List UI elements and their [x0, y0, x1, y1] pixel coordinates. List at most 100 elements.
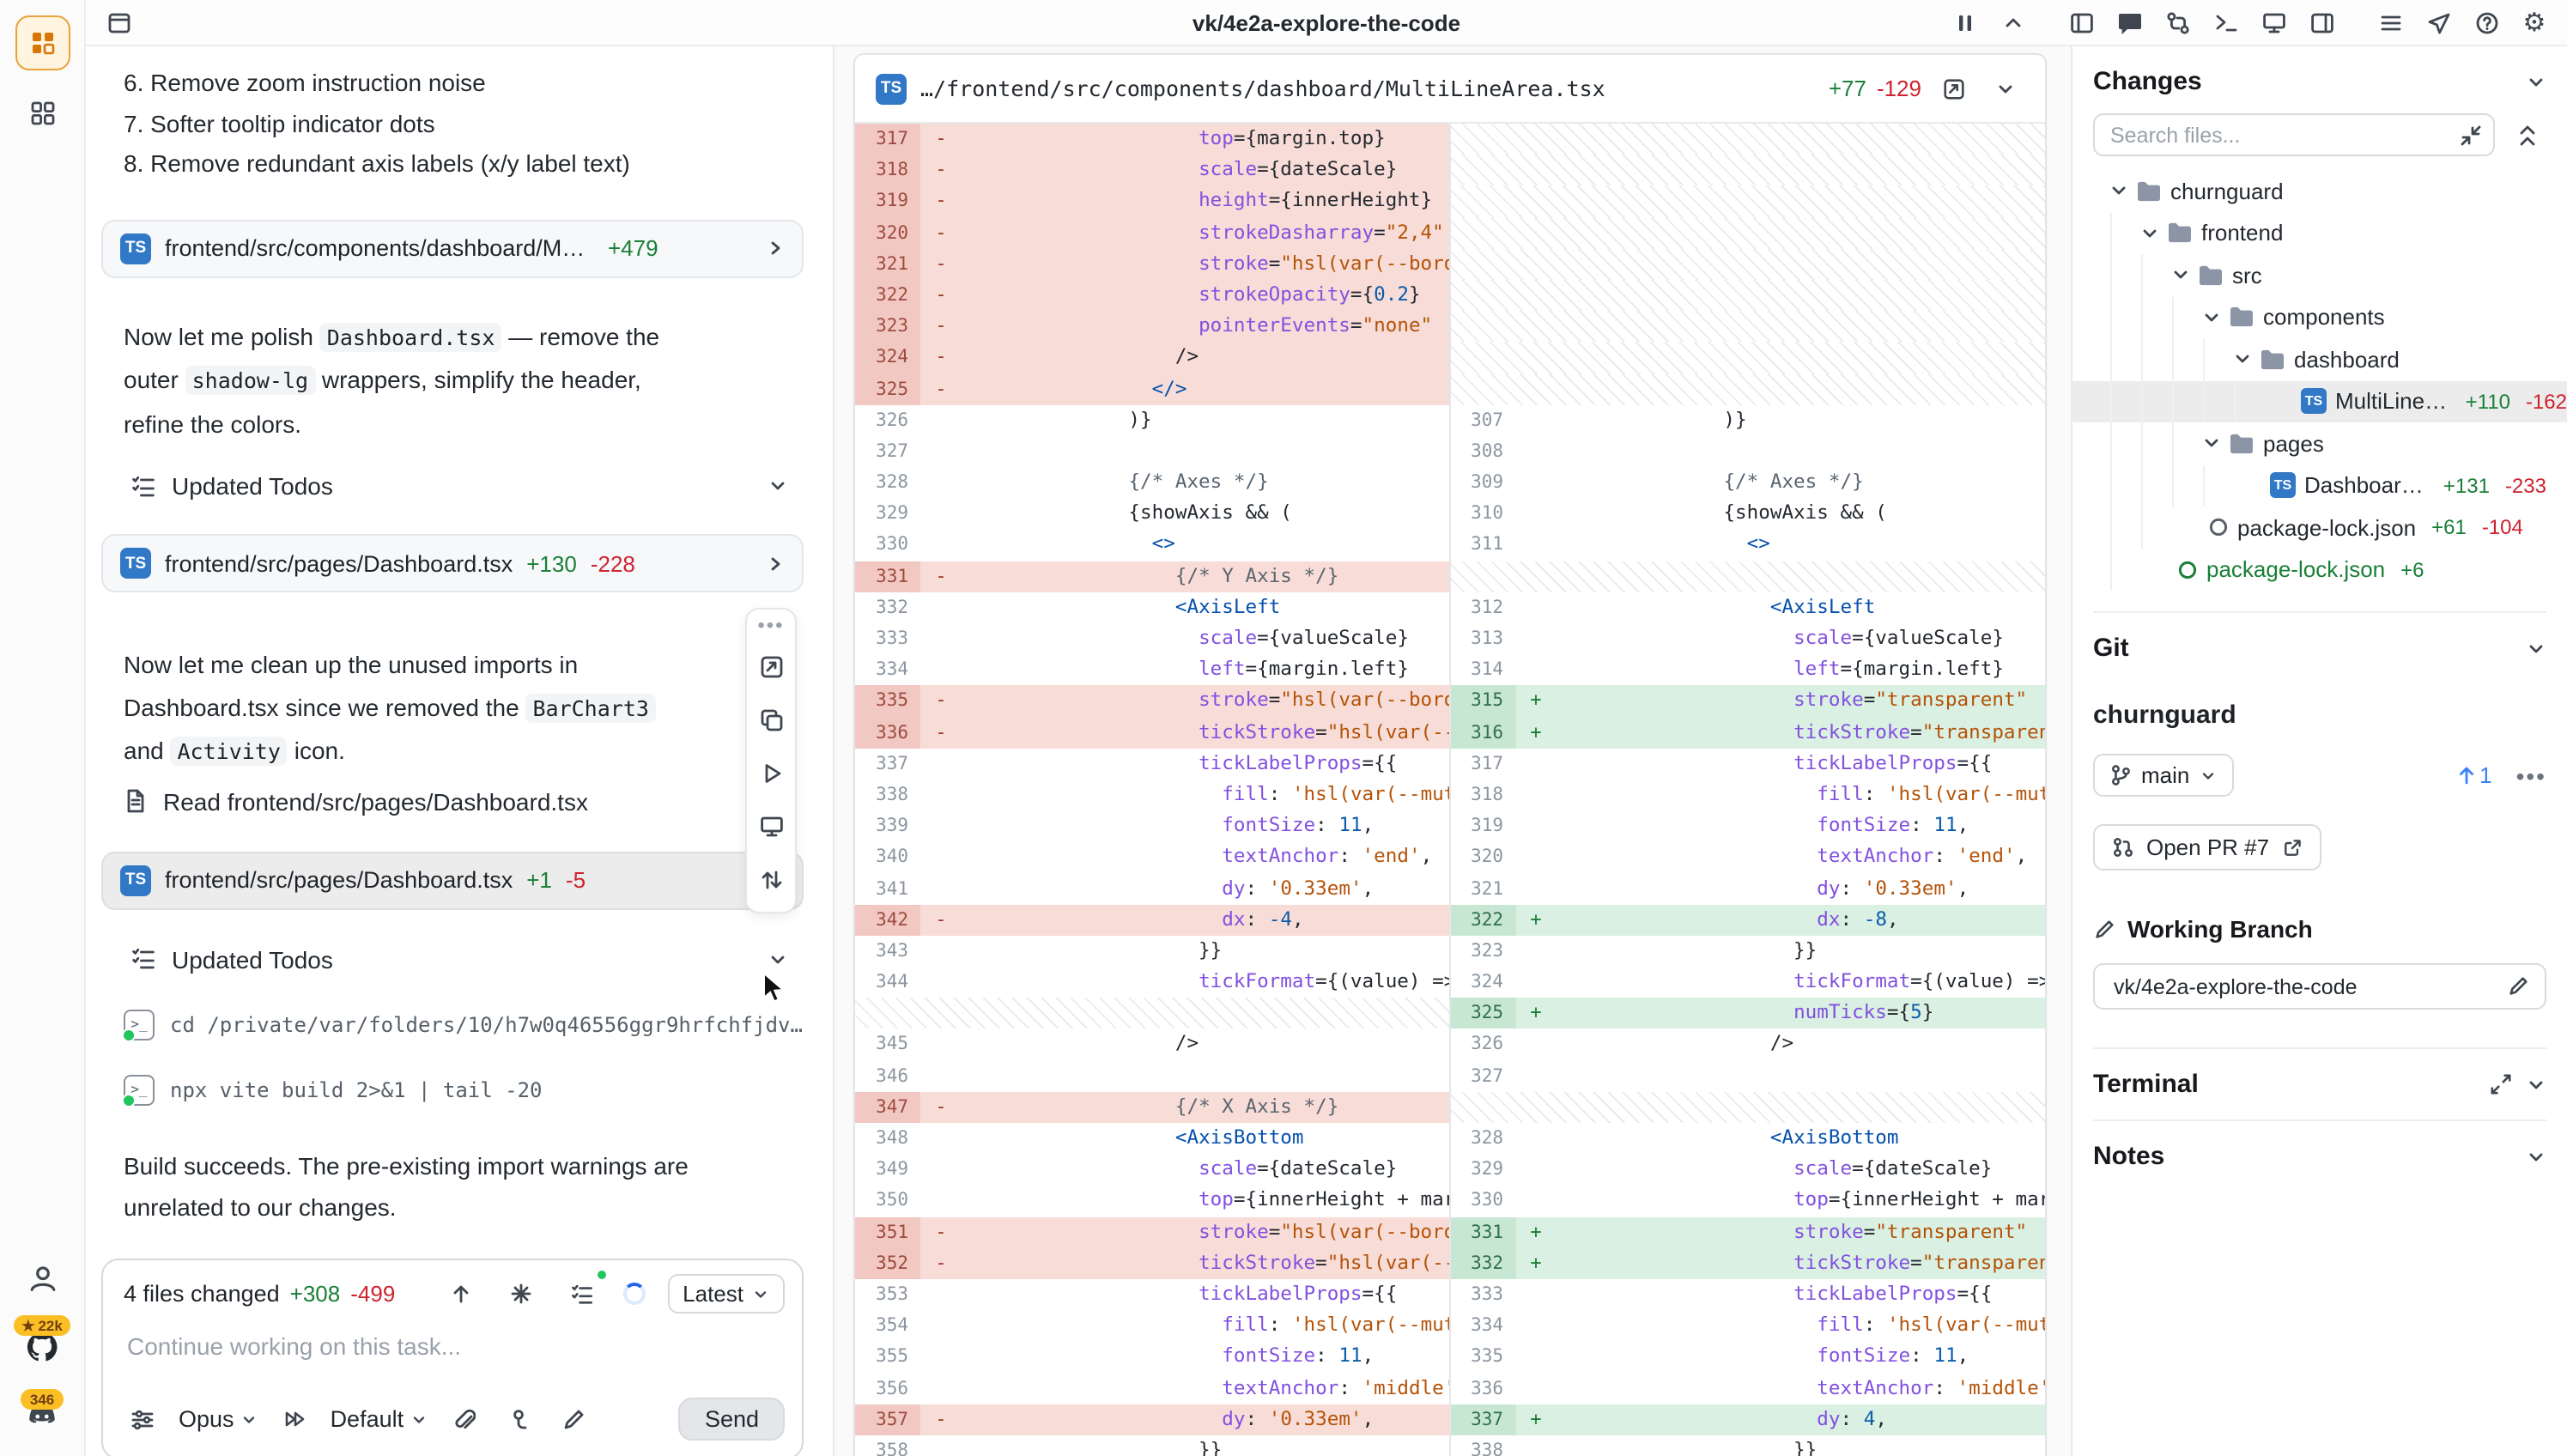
commits-ahead[interactable]: 1 [2457, 762, 2491, 788]
diff-line: 336- tickStroke="hsl(var(--border))" [855, 717, 1450, 748]
terminal-command-row[interactable]: >_ npx vite build 2>&1 | tail -20 [124, 1064, 804, 1115]
diff-view-icon[interactable] [752, 647, 790, 685]
working-spinner [622, 1283, 645, 1305]
notes-section-header[interactable]: Notes [2093, 1119, 2546, 1185]
diff-line: 329 {showAxis && ( [855, 499, 1450, 530]
share-icon[interactable] [2419, 3, 2457, 41]
tree-row-frontend[interactable]: frontend [2093, 212, 2546, 254]
swap-compare-icon[interactable] [752, 860, 790, 898]
diff-row: 329 {showAxis && (310 {showAxis && ( [855, 499, 2045, 530]
account-icon[interactable] [23, 1260, 61, 1298]
menu-icon[interactable] [2371, 3, 2409, 41]
tree-row-pages[interactable]: pages [2093, 422, 2546, 464]
diff-row: 325+ numTicks={5} [855, 998, 2045, 1029]
diff-view-toggle-icon[interactable] [1935, 70, 1973, 107]
indent-guide [2110, 549, 2133, 591]
updated-todos-row[interactable]: Updated Todos [101, 460, 804, 512]
indent-guide [2203, 338, 2225, 380]
fast-forward-icon[interactable] [276, 1400, 313, 1438]
tree-row-churnguard[interactable]: churnguard [2093, 170, 2546, 212]
panel-right-icon[interactable] [2303, 3, 2340, 41]
more-options-icon[interactable]: ••• [2516, 761, 2546, 789]
open-pr-button[interactable]: Open PR #7 [2093, 824, 2321, 871]
document-icon [124, 788, 148, 814]
diff-row: 325- </> [855, 373, 2045, 404]
file-change-chip[interactable]: TS frontend/src/pages/Dashboard.tsx +1 -… [101, 851, 804, 909]
diff-line: 334 fill: 'hsl(var(--muted-foreground))'… [1450, 1310, 2045, 1341]
shrink-icon[interactable] [2461, 124, 2481, 145]
todos-updated-icon[interactable] [562, 1275, 600, 1313]
chat-icon[interactable] [2110, 3, 2148, 41]
tree-row-dashboard-tsx[interactable]: TSDashboard.tsx+131-233 [2093, 464, 2546, 507]
side-panel: Changes churnguardfrontendsrccomponentsd… [2071, 46, 2567, 1456]
search-box[interactable] [2093, 113, 2495, 156]
search-input[interactable] [2107, 121, 2450, 149]
latest-dropdown[interactable]: Latest [667, 1274, 785, 1313]
new-task-icon[interactable] [502, 1275, 540, 1313]
working-branch-field[interactable] [2093, 963, 2546, 1010]
changes-section-header[interactable]: Changes [2093, 46, 2546, 110]
mode-dropdown[interactable]: Default [331, 1406, 428, 1432]
chevron-down-icon[interactable] [2526, 1074, 2546, 1095]
file-change-chip[interactable]: TS frontend/src/pages/Dashboard.tsx +130… [101, 534, 804, 592]
diff-line: 326 )} [855, 404, 1450, 435]
message-hover-toolbar: ••• [745, 608, 797, 913]
working-branch-input[interactable] [2110, 973, 2497, 1000]
diff-line: 327 [855, 436, 1450, 467]
panel-left-icon[interactable] [2062, 3, 2100, 41]
collapse-up-icon[interactable] [1994, 3, 2031, 41]
tree-row-multilinearea-tsx[interactable]: TSMultiLineArea.tsx+110-162 [2072, 380, 2567, 422]
pen-icon[interactable] [555, 1400, 592, 1438]
diff-line [1450, 561, 2045, 592]
git-section-header[interactable]: Git [2093, 611, 2546, 676]
collapse-all-icon[interactable] [2509, 116, 2546, 154]
diff-line: 353 tickLabelProps={{ [855, 1279, 1450, 1310]
pull-request-icon [2112, 836, 2134, 858]
scroll-up-icon[interactable] [442, 1275, 480, 1313]
chevron-down-icon[interactable] [1987, 70, 2024, 107]
tree-row-src[interactable]: src [2093, 254, 2546, 296]
updated-todos-row[interactable]: Updated Todos [101, 933, 804, 985]
git-compare-icon[interactable] [2158, 3, 2196, 41]
tree-row-components[interactable]: components [2093, 296, 2546, 338]
tree-row-dashboard[interactable]: dashboard [2093, 338, 2546, 380]
send-button[interactable]: Send [679, 1398, 785, 1441]
pause-icon[interactable] [1945, 3, 1983, 41]
terminal-command-row[interactable]: >_ cd /private/var/folders/10/h7w0q46556… [124, 998, 804, 1050]
display-icon[interactable] [752, 807, 790, 845]
read-file-row[interactable]: Read frontend/src/pages/Dashboard.tsx [124, 779, 804, 823]
diff-line: 322+ dx: -8, [1450, 904, 2045, 935]
app-logo-icon[interactable] [15, 15, 70, 70]
model-dropdown[interactable]: Opus [179, 1406, 258, 1432]
attach-icon[interactable] [445, 1400, 482, 1438]
github-link[interactable]: ★22k [13, 1315, 71, 1372]
workspaces-grid-icon[interactable] [23, 94, 61, 132]
discord-count-badge: 346 [21, 1389, 63, 1410]
diff-line: 325+ numTicks={5} [1450, 998, 2045, 1029]
edit-pencil-icon[interactable] [2507, 975, 2529, 998]
diff-line: 323 }} [1450, 936, 2045, 967]
expand-icon[interactable] [2490, 1073, 2512, 1095]
settings-gear-icon[interactable]: ⚙ [2515, 3, 2553, 41]
diff-line: 311 <> [1450, 530, 2045, 561]
tune-icon[interactable] [124, 1400, 161, 1438]
folder-icon [2167, 222, 2193, 245]
files-changed-label[interactable]: 4 files changed [124, 1281, 280, 1307]
branch-selector[interactable]: main [2093, 754, 2234, 797]
chat-scroll[interactable]: 6. Remove zoom instruction noise 7. Soft… [86, 46, 833, 1456]
copy-icon[interactable] [752, 701, 790, 738]
tree-row-package-lock-json[interactable]: package-lock.json+6 [2093, 549, 2546, 591]
message-input[interactable] [124, 1331, 781, 1362]
terminal-section-header[interactable]: Terminal [2093, 1047, 2546, 1113]
run-icon[interactable] [752, 754, 790, 792]
terminal-icon[interactable] [2206, 3, 2244, 41]
tree-row-package-lock-json[interactable]: package-lock.json+61-104 [2093, 507, 2546, 549]
discord-link[interactable]: 346 [21, 1389, 63, 1439]
file-change-chip[interactable]: TS frontend/src/components/dashboard/Mul… [101, 219, 804, 277]
window-icon[interactable] [100, 3, 137, 41]
help-icon[interactable] [2467, 3, 2505, 41]
hooks-icon[interactable] [500, 1400, 537, 1438]
display-icon[interactable] [2254, 3, 2292, 41]
more-options-icon[interactable]: ••• [757, 618, 784, 632]
chevron-down-icon [2203, 309, 2220, 326]
